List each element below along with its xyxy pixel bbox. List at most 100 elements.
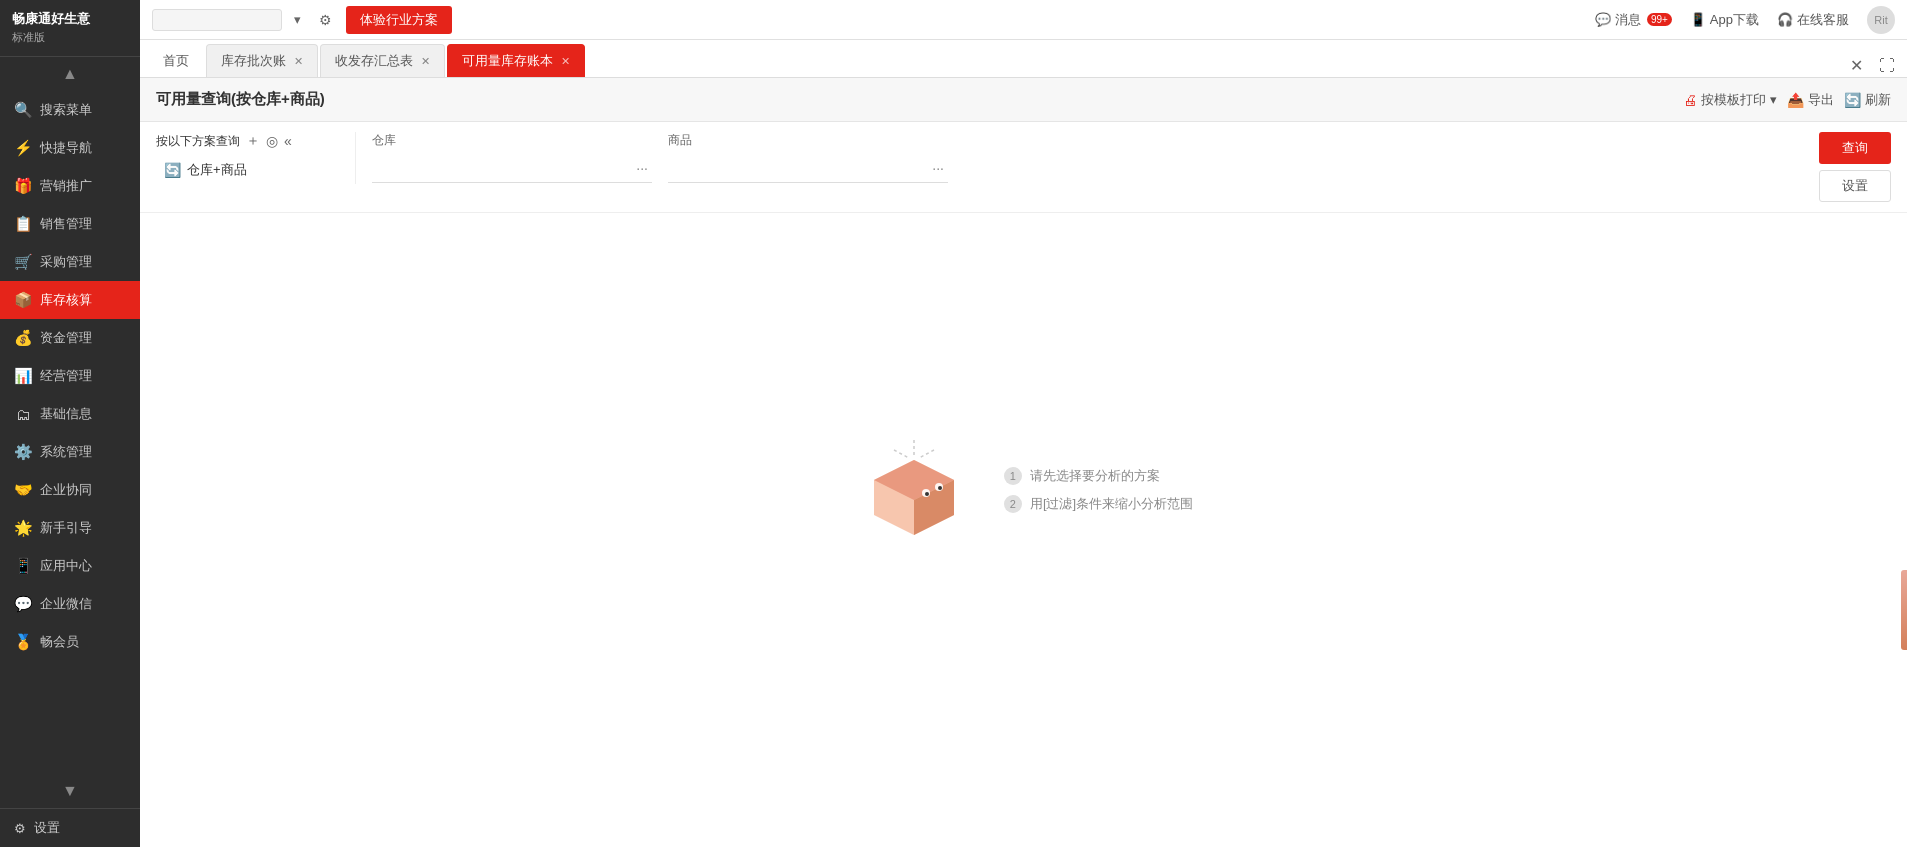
- sidebar-item-label: 营销推广: [40, 177, 92, 195]
- window-close-btn[interactable]: ✕: [1846, 54, 1867, 77]
- sidebar-item-enterprise[interactable]: 🤝 企业协同: [0, 471, 140, 509]
- online-service-label: 在线客服: [1797, 11, 1849, 29]
- user-avatar[interactable]: Rit: [1867, 6, 1895, 34]
- svg-point-5: [925, 492, 929, 496]
- settings-icon: ⚙: [14, 821, 26, 836]
- tab-batch-close[interactable]: ✕: [294, 55, 303, 68]
- tab-batch-label: 库存批次账: [221, 52, 286, 70]
- tab-summary[interactable]: 收发存汇总表 ✕: [320, 44, 445, 77]
- settings-btn[interactable]: 设置: [1819, 170, 1891, 202]
- svg-point-6: [938, 486, 942, 490]
- sidebar-menu: 🔍 搜索菜单 ⚡ 快捷导航 🎁 营销推广 📋 销售管理 🛒 采购管理 📦 库存核…: [0, 91, 140, 774]
- header-right: 💬 消息 99+ 📱 App下载 🎧 在线客服 Rit: [1595, 6, 1895, 34]
- app-name: 畅康通好生意: [12, 11, 90, 26]
- filter-right: 仓库 ··· 商品 ···: [372, 132, 1803, 183]
- sidebar-item-finance[interactable]: 💰 资金管理: [0, 319, 140, 357]
- product-dots-btn[interactable]: ···: [932, 160, 944, 176]
- warehouse-input[interactable]: [372, 153, 652, 183]
- sidebar-item-app-center[interactable]: 📱 应用中心: [0, 547, 140, 585]
- app-download-btn[interactable]: 📱 App下载: [1690, 11, 1759, 29]
- scheme-label: 仓库+商品: [187, 161, 247, 179]
- sidebar-item-sales[interactable]: 📋 销售管理: [0, 205, 140, 243]
- box-icon: 📦: [14, 291, 32, 309]
- warehouse-dots-btn[interactable]: ···: [636, 160, 648, 176]
- sidebar-scroll-down[interactable]: ▼: [0, 774, 140, 808]
- scroll-up-btn[interactable]: ▲: [62, 65, 78, 83]
- app-edition: 标准版: [12, 31, 45, 43]
- refresh-icon: 🔄: [1844, 92, 1861, 108]
- product-input[interactable]: [668, 153, 948, 183]
- sidebar-item-marketing[interactable]: 🎁 营销推广: [0, 167, 140, 205]
- warehouse-field: 仓库 ···: [372, 132, 652, 183]
- scheme-settings-btn[interactable]: ◎: [266, 133, 278, 149]
- scheme-collapse-btn[interactable]: «: [284, 133, 292, 149]
- message-btn[interactable]: 💬 消息 99+: [1595, 11, 1672, 29]
- sidebar-settings-label: 设置: [34, 819, 60, 837]
- tab-home-label: 首页: [163, 53, 189, 68]
- template-print-btn[interactable]: 🖨 按模板打印 ▾: [1683, 91, 1777, 109]
- print-chevron-icon: ▾: [1770, 92, 1777, 107]
- sidebar-item-label: 销售管理: [40, 215, 92, 233]
- product-input-wrap: ···: [668, 153, 948, 183]
- export-label: 导出: [1808, 91, 1834, 109]
- template-print-label: 按模板打印: [1701, 91, 1766, 109]
- tab-home[interactable]: 首页: [148, 44, 204, 77]
- query-btn[interactable]: 查询: [1819, 132, 1891, 164]
- sidebar-item-label: 企业微信: [40, 595, 92, 613]
- empty-tip-1: 1 请先选择要分析的方案: [1004, 467, 1193, 485]
- sidebar-item-member[interactable]: 🏅 畅会员: [0, 623, 140, 661]
- window-maximize-btn[interactable]: ⛶: [1875, 55, 1899, 77]
- sidebar-item-operation[interactable]: 📊 经营管理: [0, 357, 140, 395]
- scroll-down-btn[interactable]: ▼: [62, 782, 78, 800]
- online-service-btn[interactable]: 🎧 在线客服: [1777, 11, 1849, 29]
- sidebar-item-system[interactable]: ⚙️ 系统管理: [0, 433, 140, 471]
- sidebar-scroll-up[interactable]: ▲: [0, 57, 140, 91]
- warehouse-label: 仓库: [372, 132, 652, 149]
- right-edge-indicator: [1901, 570, 1907, 650]
- header-gear-btn[interactable]: ⚙: [313, 10, 338, 30]
- tip-text-2: 用[过滤]条件来缩小分析范围: [1030, 495, 1193, 513]
- sidebar-settings[interactable]: ⚙ 设置: [0, 808, 140, 847]
- window-controls: ✕ ⛶: [1846, 54, 1899, 77]
- tab-summary-close[interactable]: ✕: [421, 55, 430, 68]
- tab-bar: 首页 库存批次账 ✕ 收发存汇总表 ✕ 可用量库存账本 ✕ ✕ ⛶: [140, 40, 1907, 78]
- gear-icon: ⚙️: [14, 443, 32, 461]
- sidebar-item-label: 库存核算: [40, 291, 92, 309]
- refresh-btn[interactable]: 🔄 刷新: [1844, 91, 1891, 109]
- breadcrumb-input[interactable]: [152, 9, 282, 31]
- message-badge: 99+: [1647, 13, 1672, 26]
- tab-batch[interactable]: 库存批次账 ✕: [206, 44, 318, 77]
- sidebar-item-label: 基础信息: [40, 405, 92, 423]
- industry-btn[interactable]: 体验行业方案: [346, 6, 452, 34]
- sidebar-item-wechat[interactable]: 💬 企业微信: [0, 585, 140, 623]
- medal-icon: 🏅: [14, 633, 32, 651]
- sidebar-item-label: 新手引导: [40, 519, 92, 537]
- app-logo: 畅康通好生意 标准版: [0, 0, 140, 57]
- sidebar-item-basic[interactable]: 🗂 基础信息: [0, 395, 140, 433]
- handshake-icon: 🤝: [14, 481, 32, 499]
- scheme-add-btn[interactable]: ＋: [246, 132, 260, 150]
- empty-state: 1 请先选择要分析的方案 2 用[过滤]条件来缩小分析范围: [140, 213, 1907, 847]
- tab-available-close[interactable]: ✕: [561, 55, 570, 68]
- chevron-down-btn[interactable]: ▾: [290, 10, 305, 29]
- filter-left: 按以下方案查询 ＋ ◎ « 🔄 仓库+商品: [156, 132, 356, 184]
- sidebar-item-newbie[interactable]: 🌟 新手引导: [0, 509, 140, 547]
- svg-line-7: [894, 450, 909, 458]
- filter-area: 按以下方案查询 ＋ ◎ « 🔄 仓库+商品 仓库 ···: [140, 122, 1907, 213]
- tab-available[interactable]: 可用量库存账本 ✕: [447, 44, 585, 77]
- tip-num-1: 1: [1004, 467, 1022, 485]
- scheme-title-text: 按以下方案查询: [156, 133, 240, 150]
- star-icon: 🌟: [14, 519, 32, 537]
- sidebar-item-purchase[interactable]: 🛒 采购管理: [0, 243, 140, 281]
- sidebar-item-quick-nav[interactable]: ⚡ 快捷导航: [0, 129, 140, 167]
- sidebar-item-label: 搜索菜单: [40, 101, 92, 119]
- sidebar-item-label: 企业协同: [40, 481, 92, 499]
- clipboard-icon: 📋: [14, 215, 32, 233]
- sidebar-item-inventory[interactable]: 📦 库存核算: [0, 281, 140, 319]
- scheme-warehouse-product[interactable]: 🔄 仓库+商品: [156, 156, 343, 184]
- chart-icon: 📊: [14, 367, 32, 385]
- sidebar-item-search[interactable]: 🔍 搜索菜单: [0, 91, 140, 129]
- sidebar-item-label: 采购管理: [40, 253, 92, 271]
- empty-svg: [854, 430, 974, 550]
- export-btn[interactable]: 📤 导出: [1787, 91, 1834, 109]
